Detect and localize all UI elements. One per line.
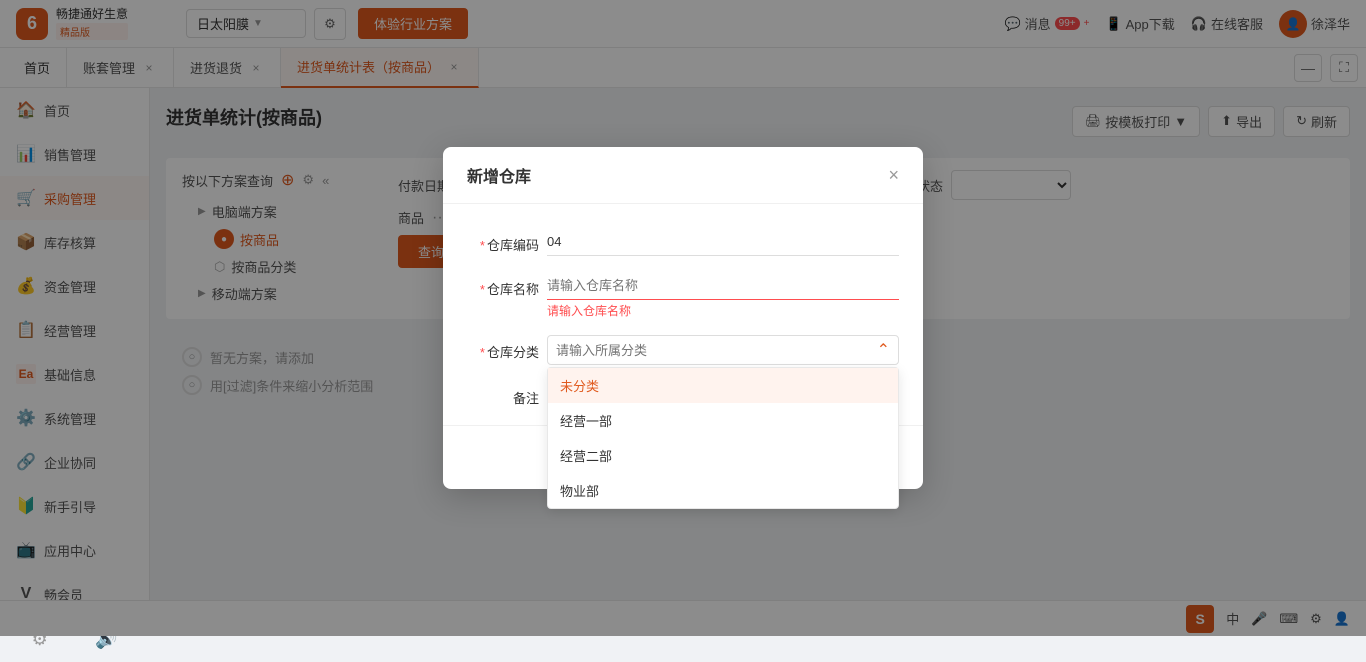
dropdown-item-dept1[interactable]: 经营一部 xyxy=(548,403,898,438)
modal-body: 仓库编码 仓库名称 请输入仓库名称 仓库分类 ⌃ 未分类 xyxy=(443,204,923,409)
modal-header: 新增仓库 × xyxy=(443,147,923,204)
code-label: 仓库编码 xyxy=(467,228,547,254)
name-label: 仓库名称 xyxy=(467,272,547,298)
modal-title: 新增仓库 xyxy=(467,163,531,187)
dropdown-item-uncategorized[interactable]: 未分类 xyxy=(548,368,898,403)
dropdown-item-dept2[interactable]: 经营二部 xyxy=(548,438,898,473)
code-input[interactable] xyxy=(547,228,899,256)
dropdown-item-dept3[interactable]: 物业部 xyxy=(548,473,898,508)
note-label: 备注 xyxy=(467,381,547,407)
category-input[interactable] xyxy=(556,343,877,358)
category-input-wrap: ⌃ 未分类 经营一部 经营二部 物业部 xyxy=(547,335,899,365)
form-row-code: 仓库编码 xyxy=(467,228,899,256)
category-selector[interactable]: ⌃ xyxy=(547,335,899,365)
modal-close-icon[interactable]: × xyxy=(888,165,899,186)
category-dropdown: 未分类 经营一部 经营二部 物业部 xyxy=(547,367,899,509)
form-row-name: 仓库名称 请输入仓库名称 xyxy=(467,272,899,319)
category-label: 仓库分类 xyxy=(467,335,547,361)
name-error-msg: 请输入仓库名称 xyxy=(547,302,899,319)
category-chevron-up-icon[interactable]: ⌃ xyxy=(877,340,890,360)
name-input-wrap: 请输入仓库名称 xyxy=(547,272,899,319)
modal-add-warehouse: 新增仓库 × 仓库编码 仓库名称 请输入仓库名称 仓库分类 ⌃ xyxy=(443,147,923,489)
form-row-category: 仓库分类 ⌃ 未分类 经营一部 经营二部 物业部 xyxy=(467,335,899,365)
name-input[interactable] xyxy=(547,272,899,300)
code-input-wrap xyxy=(547,228,899,256)
